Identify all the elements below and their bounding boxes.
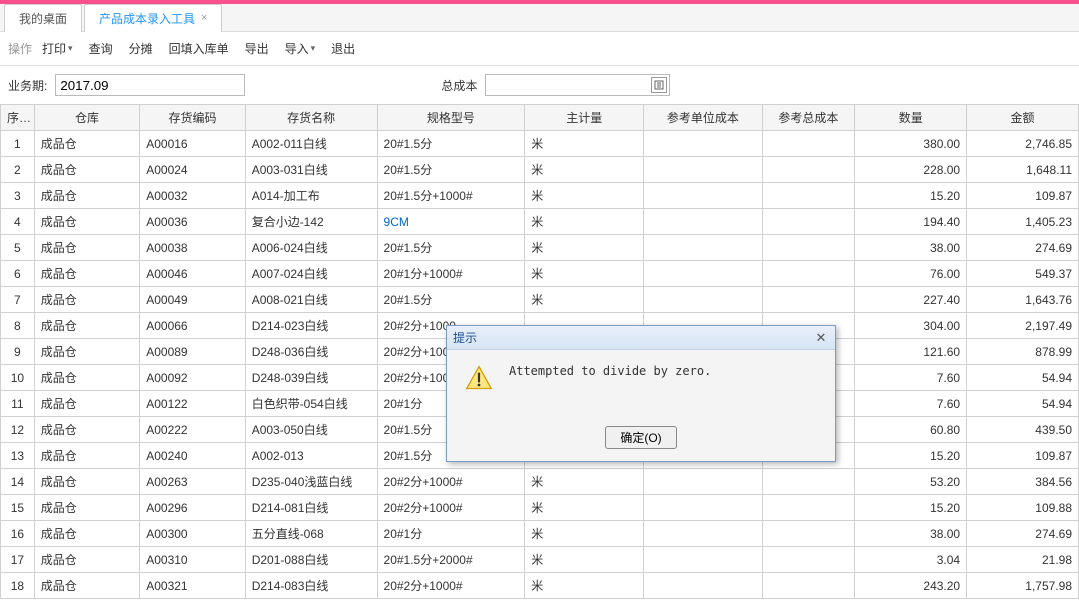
dialog-message: Attempted to divide by zero. (509, 364, 711, 378)
alert-dialog: 提示 ✕ Attempted to divide by zero. 确定(O) (446, 325, 836, 462)
dialog-titlebar[interactable]: 提示 ✕ (447, 326, 835, 350)
dialog-body: Attempted to divide by zero. (447, 350, 835, 420)
ok-button[interactable]: 确定(O) (605, 426, 676, 449)
dialog-footer: 确定(O) (447, 420, 835, 461)
dialog-title-text: 提示 (453, 329, 477, 346)
dialog-overlay: 提示 ✕ Attempted to divide by zero. 确定(O) (0, 0, 1079, 600)
warning-icon (465, 364, 493, 392)
close-icon[interactable]: ✕ (813, 330, 829, 346)
